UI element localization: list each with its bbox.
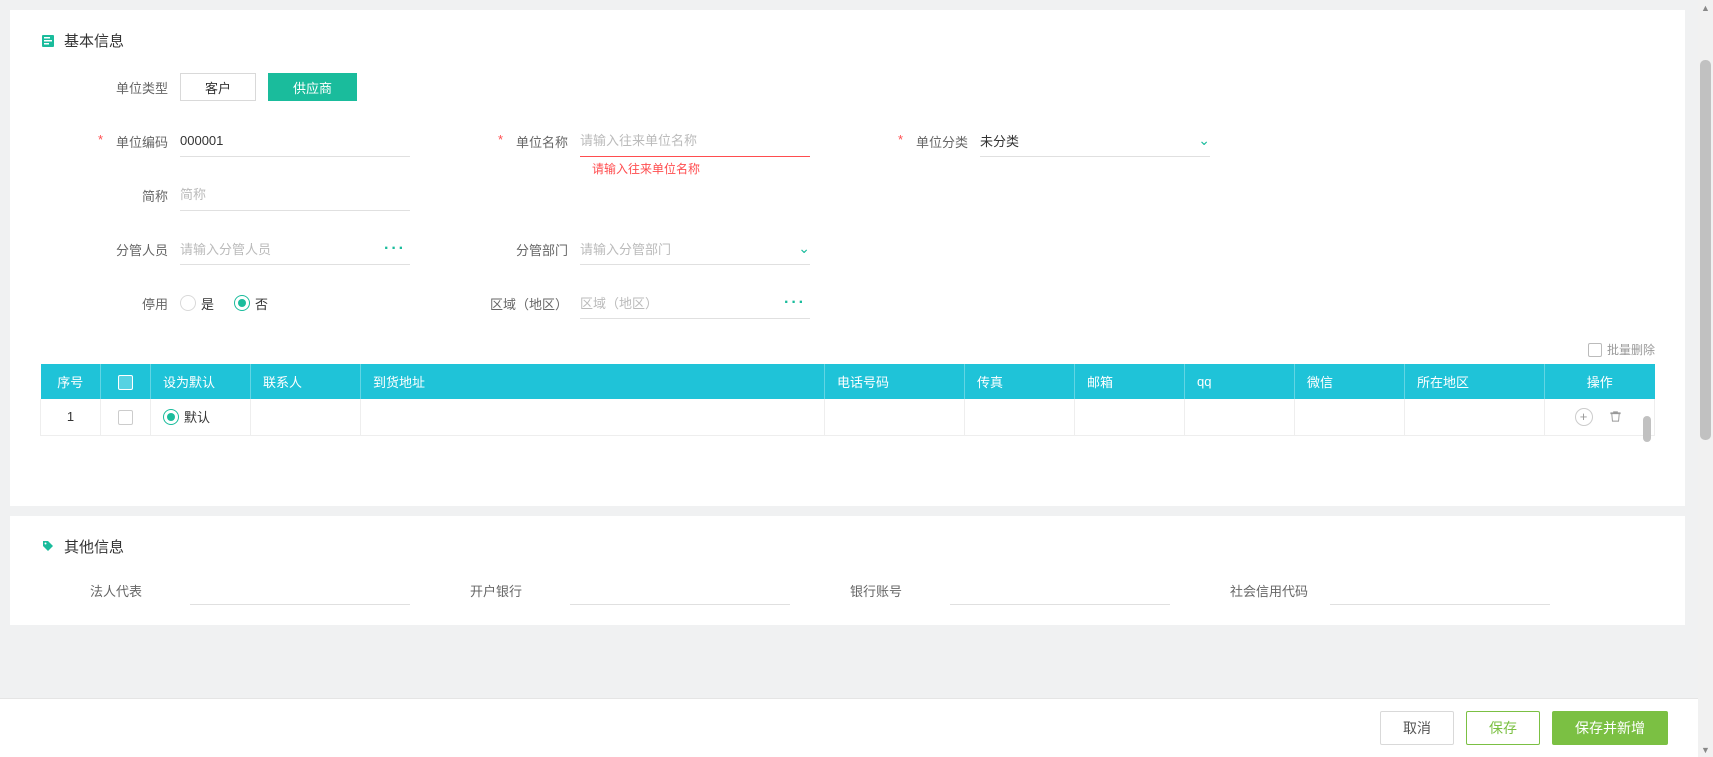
- copy-icon: [1588, 343, 1602, 357]
- scroll-thumb[interactable]: [1700, 60, 1711, 440]
- col-email: 邮箱: [1075, 364, 1185, 399]
- credit-code-input[interactable]: [1330, 577, 1550, 605]
- cell-address[interactable]: [361, 399, 825, 435]
- unit-category-select[interactable]: 未分类 ⌄: [980, 125, 1210, 157]
- batch-delete-button[interactable]: 批量删除: [40, 341, 1655, 358]
- col-wechat: 微信: [1295, 364, 1405, 399]
- dept-label: 分管部门: [490, 240, 580, 259]
- col-index: 序号: [41, 364, 101, 399]
- other-info-card: 其他信息 法人代表 开户银行 银行账号 社会信用代码: [10, 516, 1685, 625]
- col-region: 所在地区: [1405, 364, 1545, 399]
- col-default: 设为默认: [151, 364, 251, 399]
- scroll-down-icon[interactable]: ▼: [1698, 742, 1713, 757]
- table-row: 1 默认: [41, 399, 1655, 435]
- cell-region[interactable]: [1405, 399, 1545, 435]
- cell-wechat[interactable]: [1295, 399, 1405, 435]
- short-name-label: 简称: [90, 186, 180, 205]
- tag-icon: [40, 538, 56, 554]
- disabled-no-radio[interactable]: 否: [234, 294, 268, 313]
- save-button[interactable]: 保存: [1466, 711, 1540, 745]
- manager-select[interactable]: 请输入分管人员 ···: [180, 233, 410, 265]
- other-section-header: 其他信息: [40, 536, 1655, 557]
- account-label: 银行账号: [850, 581, 950, 600]
- row-index: 1: [41, 399, 101, 435]
- scroll-up-icon[interactable]: ▲: [1698, 0, 1713, 15]
- unit-category-label: 单位分类: [890, 132, 980, 151]
- cell-qq[interactable]: [1185, 399, 1295, 435]
- unit-category-value: 未分类: [980, 131, 1198, 150]
- row-default-label: 默认: [184, 407, 210, 426]
- save-and-new-button[interactable]: 保存并新增: [1552, 711, 1668, 745]
- bank-label: 开户银行: [470, 581, 570, 600]
- col-contact: 联系人: [251, 364, 361, 399]
- table-scrollbar[interactable]: [1643, 416, 1651, 442]
- region-placeholder: 区域（地区）: [580, 293, 780, 312]
- unit-code-input[interactable]: [180, 125, 410, 157]
- region-label: 区域（地区）: [490, 294, 580, 313]
- col-fax: 传真: [965, 364, 1075, 399]
- disabled-label: 停用: [90, 294, 180, 313]
- col-phone: 电话号码: [825, 364, 965, 399]
- basic-section-title: 基本信息: [64, 30, 124, 51]
- row-checkbox[interactable]: [118, 410, 133, 425]
- add-row-icon[interactable]: +: [1575, 408, 1593, 426]
- manager-label: 分管人员: [90, 240, 180, 259]
- contacts-table: 序号 设为默认 联系人 到货地址 电话号码 传真 邮箱 qq 微信 所在地区 操…: [40, 364, 1655, 436]
- ellipsis-icon[interactable]: ···: [780, 294, 810, 312]
- disabled-yes-radio[interactable]: 是: [180, 294, 214, 313]
- other-section-title: 其他信息: [64, 536, 124, 557]
- unit-type-customer-button[interactable]: 客户: [180, 73, 256, 101]
- disabled-yes-label: 是: [201, 294, 214, 313]
- batch-delete-label: 批量删除: [1607, 341, 1655, 358]
- delete-row-icon[interactable]: [1607, 408, 1625, 426]
- disabled-no-label: 否: [255, 294, 268, 313]
- unit-type-label: 单位类型: [90, 78, 180, 97]
- dept-placeholder: 请输入分管部门: [580, 239, 798, 258]
- basic-info-card: 基本信息 单位类型 客户 供应商 单位编码 单位名称 请输入往来单位名称: [10, 10, 1685, 506]
- chevron-down-icon: ⌄: [1198, 132, 1210, 149]
- unit-type-supplier-button[interactable]: 供应商: [268, 73, 357, 101]
- form-icon: [40, 33, 56, 49]
- ellipsis-icon[interactable]: ···: [380, 240, 410, 258]
- legal-rep-label: 法人代表: [90, 581, 190, 600]
- col-ops: 操作: [1545, 364, 1655, 399]
- basic-section-header: 基本信息: [40, 30, 1655, 51]
- bank-input[interactable]: [570, 577, 790, 605]
- short-name-input[interactable]: [180, 179, 410, 211]
- col-qq: qq: [1185, 364, 1295, 399]
- cancel-button[interactable]: 取消: [1380, 711, 1454, 745]
- chevron-down-icon: ⌄: [798, 240, 810, 257]
- page-scrollbar[interactable]: ▲ ▼: [1698, 0, 1713, 757]
- row-default-radio[interactable]: 默认: [163, 407, 238, 426]
- footer-bar: 取消 保存 保存并新增: [0, 698, 1698, 757]
- account-input[interactable]: [950, 577, 1170, 605]
- unit-code-label: 单位编码: [90, 132, 180, 151]
- legal-rep-input[interactable]: [190, 577, 410, 605]
- unit-name-input[interactable]: [580, 125, 810, 157]
- col-address: 到货地址: [361, 364, 825, 399]
- select-all-checkbox[interactable]: [118, 375, 133, 390]
- credit-code-label: 社会信用代码: [1230, 581, 1330, 600]
- cell-contact[interactable]: [251, 399, 361, 435]
- unit-name-label: 单位名称: [490, 132, 580, 151]
- region-select[interactable]: 区域（地区） ···: [580, 287, 810, 319]
- col-checkbox: [101, 364, 151, 399]
- unit-name-error: 请输入往来单位名称: [592, 160, 700, 177]
- cell-phone[interactable]: [825, 399, 965, 435]
- manager-placeholder: 请输入分管人员: [180, 239, 380, 258]
- cell-fax[interactable]: [965, 399, 1075, 435]
- dept-select[interactable]: 请输入分管部门 ⌄: [580, 233, 810, 265]
- cell-email[interactable]: [1075, 399, 1185, 435]
